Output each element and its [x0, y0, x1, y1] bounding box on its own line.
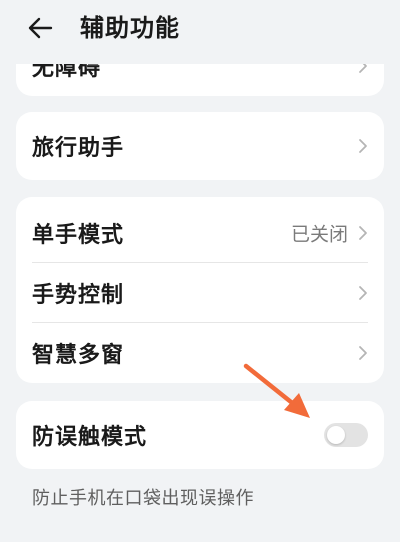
one-hand-mode-status: 已关闭 [290, 223, 348, 246]
toggle-knob [327, 426, 345, 444]
chevron-right-icon [359, 346, 367, 360]
arrow-left-icon [28, 17, 53, 39]
chevron-right-icon [359, 139, 367, 153]
modes-card: 单手模式 已关闭 手势控制 智慧多窗 [16, 197, 384, 383]
mistouch-toggle[interactable] [324, 423, 368, 447]
travel-assistant-label: 旅行助手 [32, 136, 125, 161]
smart-multiwindow-row[interactable]: 智慧多窗 [16, 323, 384, 383]
gesture-control-row[interactable]: 手势控制 [16, 263, 384, 323]
mistouch-description: 防止手机在口袋出现误操作 [32, 488, 254, 509]
mistouch-row[interactable]: 防误触模式 [16, 405, 384, 465]
title-bar: 辅助功能 [0, 0, 400, 64]
one-hand-mode-label: 单手模式 [32, 223, 125, 248]
gesture-control-label: 手势控制 [32, 283, 125, 308]
back-button[interactable] [20, 8, 60, 48]
mistouch-card: 防误触模式 [16, 401, 384, 469]
travel-assistant-row[interactable]: 旅行助手 [16, 116, 384, 176]
smart-multiwindow-label: 智慧多窗 [32, 343, 125, 368]
travel-assistant-card: 旅行助手 [16, 112, 384, 180]
one-hand-mode-row[interactable]: 单手模式 已关闭 [16, 203, 384, 263]
chevron-right-icon [359, 286, 367, 300]
chevron-right-icon [359, 226, 367, 240]
page-title: 辅助功能 [80, 14, 180, 42]
mistouch-label: 防误触模式 [32, 425, 148, 450]
